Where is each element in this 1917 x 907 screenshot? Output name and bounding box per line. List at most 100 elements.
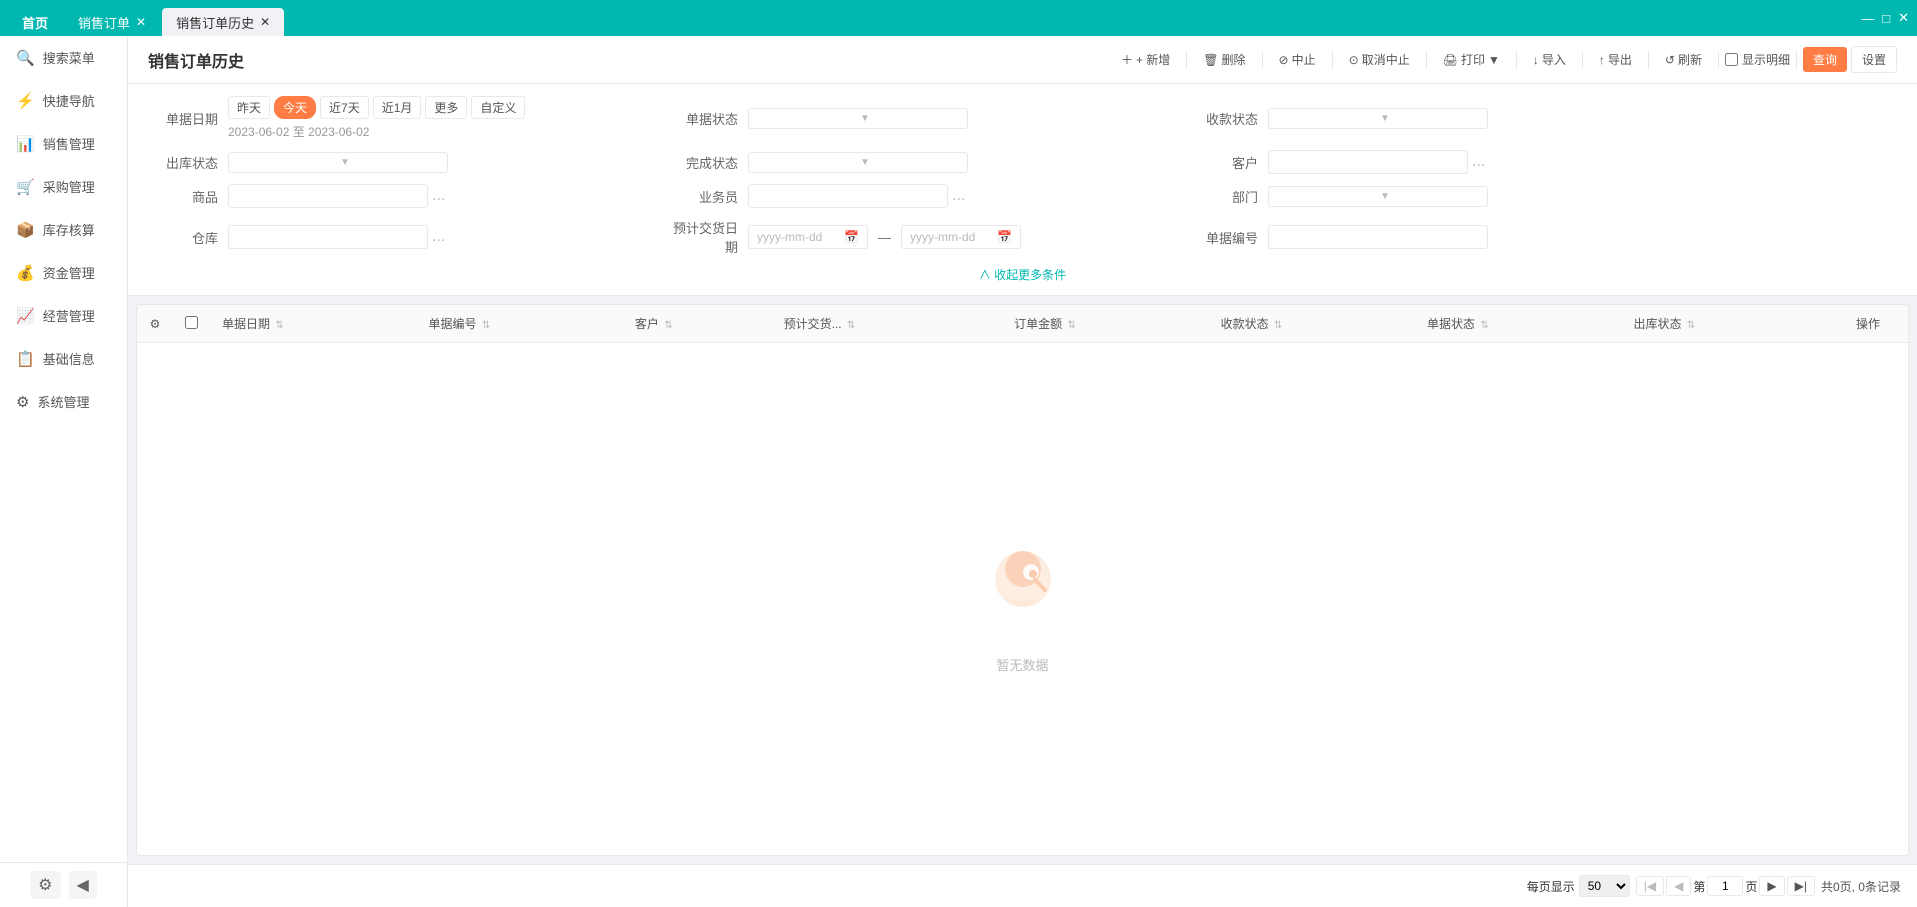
date-btn-custom[interactable]: 自定义: [471, 96, 525, 119]
date-btn-7days[interactable]: 近7天: [320, 96, 369, 119]
col-customer-label: 客户: [635, 317, 659, 331]
sort-customer-icon: ⇅: [664, 320, 672, 331]
department-select[interactable]: ▼: [1268, 186, 1488, 207]
date-btn-today[interactable]: 今天: [274, 96, 316, 119]
col-expected-delivery[interactable]: 预计交货... ⇅: [772, 305, 1003, 343]
sidebar-item-quick-nav[interactable]: ⚡ 快捷导航: [0, 79, 127, 122]
print-dropdown-icon: ▼: [1488, 53, 1500, 67]
tab-sales-order-close[interactable]: ✕: [136, 15, 146, 29]
export-button[interactable]: ↑ 导出: [1589, 47, 1642, 72]
complete-status-select[interactable]: ▼: [748, 152, 968, 173]
filter-row-4: 仓库 ... 预计交货日期 yyyy-mm-dd 📅 — yyyy-mm-dd …: [148, 218, 1897, 256]
date-to-input[interactable]: yyyy-mm-dd 📅: [901, 225, 1021, 249]
bill-status-label: 单据状态: [668, 109, 748, 128]
col-customer[interactable]: 客户 ⇅: [623, 305, 772, 343]
prev-page-btn[interactable]: ◀: [1666, 876, 1691, 896]
page-label-suffix: 页: [1745, 878, 1757, 895]
customer-input[interactable]: [1268, 150, 1468, 174]
salesman-picker[interactable]: ...: [952, 187, 965, 205]
first-page-btn[interactable]: |◀: [1636, 876, 1664, 896]
sidebar-item-sales-mgmt[interactable]: 📊 销售管理: [0, 122, 127, 165]
import-label: 导入: [1542, 51, 1566, 68]
sidebar-item-basic-info[interactable]: 📋 基础信息: [0, 337, 127, 380]
sidebar-item-sys-mgmt[interactable]: ⚙ 系统管理: [0, 380, 127, 423]
bill-status-select[interactable]: ▼: [748, 108, 968, 129]
payment-status-arrow: ▼: [1380, 113, 1479, 124]
window-minimize[interactable]: —: [1861, 11, 1874, 26]
page-label-prefix: 第: [1693, 878, 1705, 895]
new-icon: ＋: [1121, 51, 1133, 68]
date-range-display: 2023-06-02 至 2023-06-02: [228, 123, 369, 140]
sidebar-settings-btn[interactable]: ⚙: [30, 871, 60, 899]
date-btn-more[interactable]: 更多: [425, 96, 467, 119]
suspend-button[interactable]: ⊘ 中止: [1269, 47, 1326, 72]
window-maximize[interactable]: □: [1882, 11, 1890, 26]
col-settings[interactable]: ⚙: [137, 305, 173, 343]
sales-mgmt-icon: 📊: [16, 135, 35, 153]
tab-sales-order[interactable]: 销售订单 ✕: [64, 8, 160, 36]
print-button[interactable]: 🖨 打印 ▼: [1433, 47, 1510, 72]
inventory-calc-icon: 📦: [16, 221, 35, 239]
collapse-conditions[interactable]: ∧ 收起更多条件: [148, 266, 1897, 283]
per-page-select[interactable]: 50 10 20 100: [1579, 875, 1630, 897]
display-detail-toggle[interactable]: 显示明细: [1725, 51, 1790, 68]
col-payment-status-label: 收款状态: [1221, 317, 1269, 331]
sidebar-item-inventory-calc[interactable]: 📦 库存核算: [0, 208, 127, 251]
tab-sales-order-history[interactable]: 销售订单历史 ✕: [162, 8, 284, 36]
query-button[interactable]: 查询: [1803, 47, 1847, 72]
empty-state: 暂无数据: [137, 343, 1908, 855]
new-button[interactable]: ＋ + 新增: [1111, 47, 1180, 72]
date-btn-1month[interactable]: 近1月: [373, 96, 422, 119]
filter-area: 单据日期 昨天 今天 近7天 近1月 更多 自定义 2023-06-02 至 2…: [128, 84, 1917, 296]
sidebar-item-operation-mgmt[interactable]: 📈 经营管理: [0, 294, 127, 337]
col-bill-status[interactable]: 单据状态 ⇅: [1415, 305, 1621, 343]
settings-label: 设置: [1862, 51, 1886, 68]
tab-home[interactable]: 首页: [8, 8, 62, 36]
delete-button[interactable]: 🗑 删除: [1193, 47, 1255, 72]
table-header-row: ⚙ 单据日期 ⇅ 单据编号 ⇅ 客户 ⇅: [137, 305, 1908, 343]
customer-picker[interactable]: ...: [1472, 153, 1485, 171]
import-button[interactable]: ↓ 导入: [1523, 47, 1576, 72]
payment-status-select[interactable]: ▼: [1268, 108, 1488, 129]
toolbar-divider-2: [1262, 51, 1263, 69]
display-detail-checkbox[interactable]: [1725, 53, 1738, 66]
sort-bill-no-icon: ⇅: [482, 320, 490, 331]
date-btn-yesterday[interactable]: 昨天: [228, 96, 270, 119]
goods-picker[interactable]: ...: [432, 187, 445, 205]
sidebar-item-basic-info-label: 基础信息: [43, 349, 95, 368]
tab-sales-order-history-close[interactable]: ✕: [260, 15, 270, 29]
col-bill-no[interactable]: 单据编号 ⇅: [416, 305, 622, 343]
toolbar-divider-7: [1648, 51, 1649, 69]
col-out-status[interactable]: 出库状态 ⇅: [1621, 305, 1828, 343]
col-order-amount[interactable]: 订单金额 ⇅: [1002, 305, 1208, 343]
out-status-select[interactable]: ▼: [228, 152, 448, 173]
refresh-button[interactable]: ↺ 刷新: [1655, 47, 1712, 72]
salesman-input[interactable]: [748, 184, 948, 208]
bill-no-input[interactable]: [1268, 225, 1488, 249]
cancel-suspend-button[interactable]: ⊙ 取消中止: [1339, 47, 1420, 72]
cancel-suspend-label: 取消中止: [1362, 51, 1410, 68]
col-payment-status[interactable]: 收款状态 ⇅: [1209, 305, 1415, 343]
page-nav-group: |◀ ◀ 第 页 ▶ ▶|: [1636, 876, 1815, 896]
sidebar-item-capital-mgmt[interactable]: 💰 资金管理: [0, 251, 127, 294]
col-bill-date[interactable]: 单据日期 ⇅: [210, 305, 416, 343]
warehouse-input[interactable]: [228, 225, 428, 249]
window-close[interactable]: ✕: [1898, 10, 1909, 26]
date-from-input[interactable]: yyyy-mm-dd 📅: [748, 225, 868, 249]
page-header: 销售订单历史 ＋ + 新增 🗑 删除 ⊘ 中止 ⊙: [128, 36, 1917, 84]
current-page-input[interactable]: [1707, 876, 1743, 896]
search-icon: 🔍: [16, 49, 35, 67]
col-check[interactable]: [173, 305, 210, 343]
next-page-btn[interactable]: ▶: [1759, 876, 1784, 896]
warehouse-picker[interactable]: ...: [432, 228, 445, 246]
settings-button[interactable]: 设置: [1851, 46, 1897, 73]
per-page-label: 每页显示: [1527, 878, 1575, 895]
goods-input[interactable]: [228, 184, 428, 208]
last-page-btn[interactable]: ▶|: [1787, 876, 1815, 896]
pagination: 每页显示 50 10 20 100 |◀ ◀ 第 页 ▶ ▶| 共0页, 0条记…: [128, 864, 1917, 907]
sort-bill-status-icon: ⇅: [1480, 320, 1488, 331]
sidebar-item-purchase-mgmt[interactable]: 🛒 采购管理: [0, 165, 127, 208]
sidebar-search[interactable]: 🔍 搜索菜单: [0, 36, 127, 79]
sidebar-collapse-btn[interactable]: ◀: [69, 871, 97, 899]
select-all-checkbox[interactable]: [185, 316, 198, 329]
